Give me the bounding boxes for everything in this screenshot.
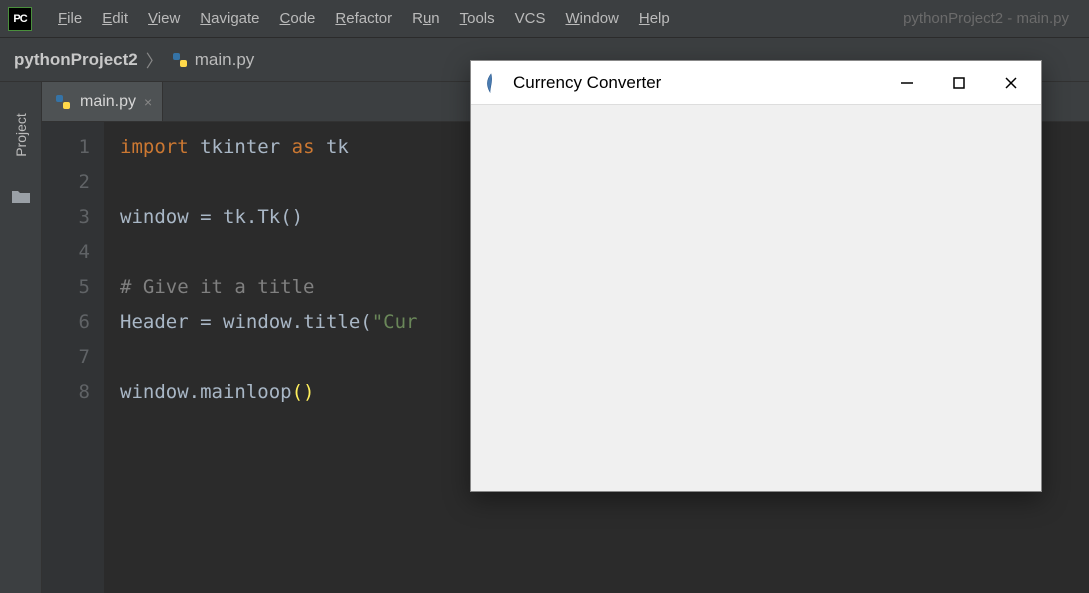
code-string: "Cur bbox=[372, 311, 418, 333]
tk-titlebar[interactable]: Currency Converter bbox=[471, 61, 1041, 105]
line-number: 7 bbox=[50, 340, 90, 375]
tk-window-title: Currency Converter bbox=[513, 73, 881, 93]
code-token: as bbox=[292, 136, 315, 158]
menu-code[interactable]: Code bbox=[270, 6, 326, 31]
line-number: 2 bbox=[50, 165, 90, 200]
breadcrumb-project[interactable]: pythonProject2 bbox=[14, 50, 138, 70]
menu-navigate[interactable]: Navigate bbox=[190, 6, 269, 31]
code-token: window.title( bbox=[223, 311, 372, 333]
editor-tab-main[interactable]: main.py × bbox=[42, 82, 163, 121]
code-comment: # Give it a title bbox=[120, 276, 314, 298]
menu-help[interactable]: Help bbox=[629, 6, 680, 31]
code-paren: ) bbox=[303, 381, 314, 403]
code-content[interactable]: import tkinter as tk window = tk.Tk() # … bbox=[104, 122, 433, 593]
code-token: = bbox=[200, 311, 211, 333]
code-token: import bbox=[120, 136, 189, 158]
editor-tab-label: main.py bbox=[80, 93, 136, 111]
line-number: 4 bbox=[50, 235, 90, 270]
menu-view[interactable]: View bbox=[138, 6, 190, 31]
menu-vcs[interactable]: VCS bbox=[505, 6, 556, 31]
code-token: = bbox=[200, 206, 211, 228]
menu-window[interactable]: Window bbox=[556, 6, 629, 31]
line-number: 5 bbox=[50, 270, 90, 305]
line-gutter: 1 2 3 4 5 6 7 8 bbox=[42, 122, 104, 593]
breadcrumb-file[interactable]: main.py bbox=[171, 50, 255, 70]
menu-tools[interactable]: Tools bbox=[450, 6, 505, 31]
code-token: window bbox=[120, 206, 189, 228]
sidebar-project-tab[interactable]: Project bbox=[13, 113, 29, 157]
code-paren: ( bbox=[292, 381, 303, 403]
python-file-icon bbox=[54, 93, 72, 111]
code-token: tk bbox=[326, 136, 349, 158]
breadcrumb-file-label: main.py bbox=[195, 50, 255, 70]
menu-run[interactable]: Run bbox=[402, 6, 450, 31]
python-file-icon bbox=[171, 51, 189, 69]
tk-window-body bbox=[471, 105, 1041, 491]
line-number: 3 bbox=[50, 200, 90, 235]
code-token: window.mainloop bbox=[120, 381, 292, 403]
close-button[interactable] bbox=[985, 64, 1037, 102]
menu-refactor[interactable]: Refactor bbox=[325, 6, 402, 31]
maximize-button[interactable] bbox=[933, 64, 985, 102]
tkinter-app-window[interactable]: Currency Converter bbox=[470, 60, 1042, 492]
menu-edit[interactable]: Edit bbox=[92, 6, 138, 31]
line-number: 8 bbox=[50, 375, 90, 410]
line-number: 1 bbox=[50, 130, 90, 165]
close-icon[interactable]: × bbox=[144, 94, 152, 110]
feather-icon bbox=[483, 73, 503, 93]
minimize-button[interactable] bbox=[881, 64, 933, 102]
menu-bar: PC File Edit View Navigate Code Refactor… bbox=[0, 0, 1089, 38]
code-token: tk.Tk() bbox=[223, 206, 303, 228]
code-token: tkinter bbox=[200, 136, 280, 158]
breadcrumb-separator: 〉 bbox=[146, 47, 163, 72]
window-title: pythonProject2 - main.py bbox=[903, 10, 1081, 27]
menu-file[interactable]: File bbox=[48, 6, 92, 31]
line-number: 6 bbox=[50, 305, 90, 340]
code-token: Header bbox=[120, 311, 189, 333]
left-sidebar: Project bbox=[0, 82, 42, 593]
folder-icon[interactable] bbox=[11, 189, 31, 205]
app-logo: PC bbox=[8, 7, 32, 31]
